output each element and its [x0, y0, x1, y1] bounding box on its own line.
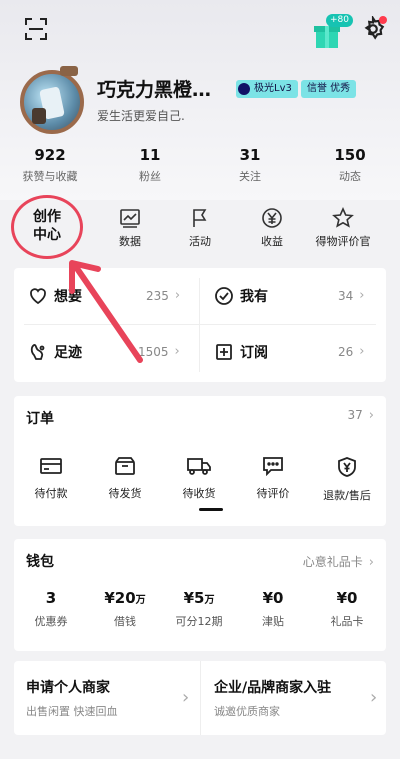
wallet-coupons[interactable]: 3 优惠券 — [14, 589, 88, 629]
orders-count[interactable]: 37 › — [348, 408, 374, 423]
stat-posts[interactable]: 150 动态 — [300, 146, 400, 184]
wallet-allowance[interactable]: ¥0 津贴 — [236, 589, 310, 629]
wallet-card: 钱包 心意礼品卡 › 3 优惠券 ¥20万 借钱 ¥5万 可分12期 ¥0 津贴 … — [14, 539, 386, 651]
level-icon — [238, 83, 250, 95]
chevron-right-icon: › — [174, 344, 180, 359]
check-circle-icon — [215, 287, 233, 305]
tool-activity[interactable]: 活动 — [160, 207, 240, 249]
stat-fans[interactable]: 11 粉丝 — [100, 146, 200, 184]
orders-card: 订单 37 › 待付款 待发货 待收货 待评价 退款/售后 — [14, 396, 386, 526]
have-count[interactable]: 34 › — [338, 288, 364, 303]
gift-badge: +80 — [326, 14, 353, 27]
wallet-installment[interactable]: ¥5万 可分12期 — [162, 589, 236, 629]
gift-button[interactable]: +80 — [312, 14, 353, 48]
avatar[interactable] — [20, 66, 84, 134]
bio: 爱生活更爱自己. — [97, 109, 185, 123]
card-icon — [40, 458, 62, 474]
orders-title: 订单 — [26, 411, 54, 427]
creator-center-label-2: 中心 — [33, 227, 61, 243]
wallet-loan[interactable]: ¥20万 借钱 — [88, 589, 162, 629]
stat-following[interactable]: 31 关注 — [200, 146, 300, 184]
order-pending-shipment[interactable]: 待发货 — [88, 456, 162, 501]
chevron-right-icon: › — [359, 344, 365, 359]
chevron-right-icon: › — [182, 687, 190, 708]
footprint-icon — [30, 343, 45, 360]
subscribe-button[interactable]: 订阅 — [214, 340, 268, 364]
comment-icon — [263, 457, 283, 477]
chevron-right-icon: › — [368, 555, 374, 570]
notification-dot — [379, 16, 387, 24]
username[interactable]: 巧克力黑橙… — [97, 75, 211, 102]
tool-reviewer[interactable]: 得物评价官 — [303, 207, 383, 249]
brand-merchant-button[interactable]: 企业/品牌商家入驻 诚邀优质商家 — [214, 677, 331, 719]
chevron-right-icon: › — [359, 288, 365, 303]
stat-likes[interactable]: 922 获赞与收藏 — [0, 146, 100, 184]
chart-icon — [120, 209, 140, 228]
box-icon — [115, 457, 135, 475]
truck-icon — [187, 458, 211, 475]
merchant-card: 申请个人商家 出售闲置 快速回血 › 企业/品牌商家入驻 诚邀优质商家 › — [14, 661, 386, 735]
chevron-right-icon: › — [174, 288, 181, 303]
order-pending-payment[interactable]: 待付款 — [14, 456, 88, 501]
order-pending-review[interactable]: 待评价 — [236, 456, 310, 501]
creator-center-button[interactable]: 创作 中心 — [11, 195, 83, 259]
tool-earnings[interactable]: 收益 — [232, 207, 312, 249]
creator-center-label-1: 创作 — [33, 209, 61, 225]
chevron-right-icon: › — [370, 687, 378, 708]
order-pending-receipt[interactable]: 待收货 — [162, 456, 236, 501]
heart-icon — [30, 288, 46, 305]
level-badge[interactable]: 极光Lv3 — [236, 80, 298, 98]
yen-icon — [262, 208, 282, 228]
wallet-gift-card[interactable]: ¥0 礼品卡 — [310, 589, 384, 629]
plus-square-icon — [216, 344, 232, 360]
settings-button[interactable] — [360, 14, 388, 44]
personal-merchant-button[interactable]: 申请个人商家 出售闲置 快速回血 — [26, 677, 118, 719]
order-refund[interactable]: 退款/售后 — [310, 456, 384, 503]
flag-icon — [193, 209, 207, 227]
scan-icon[interactable] — [24, 17, 48, 41]
have-button[interactable]: 我有 — [214, 284, 268, 308]
refund-icon — [338, 457, 356, 477]
wallet-title: 钱包 — [26, 554, 54, 570]
active-indicator — [199, 508, 223, 511]
annotation-arrow — [69, 260, 143, 363]
star-icon — [332, 207, 354, 228]
tool-data[interactable]: 数据 — [90, 207, 170, 249]
subscribe-count[interactable]: 26 › — [338, 344, 364, 359]
credit-badge[interactable]: 信誉 优秀 — [301, 80, 357, 98]
gift-card-link[interactable]: 心意礼品卡 › — [303, 553, 374, 570]
chevron-right-icon: › — [368, 408, 374, 423]
